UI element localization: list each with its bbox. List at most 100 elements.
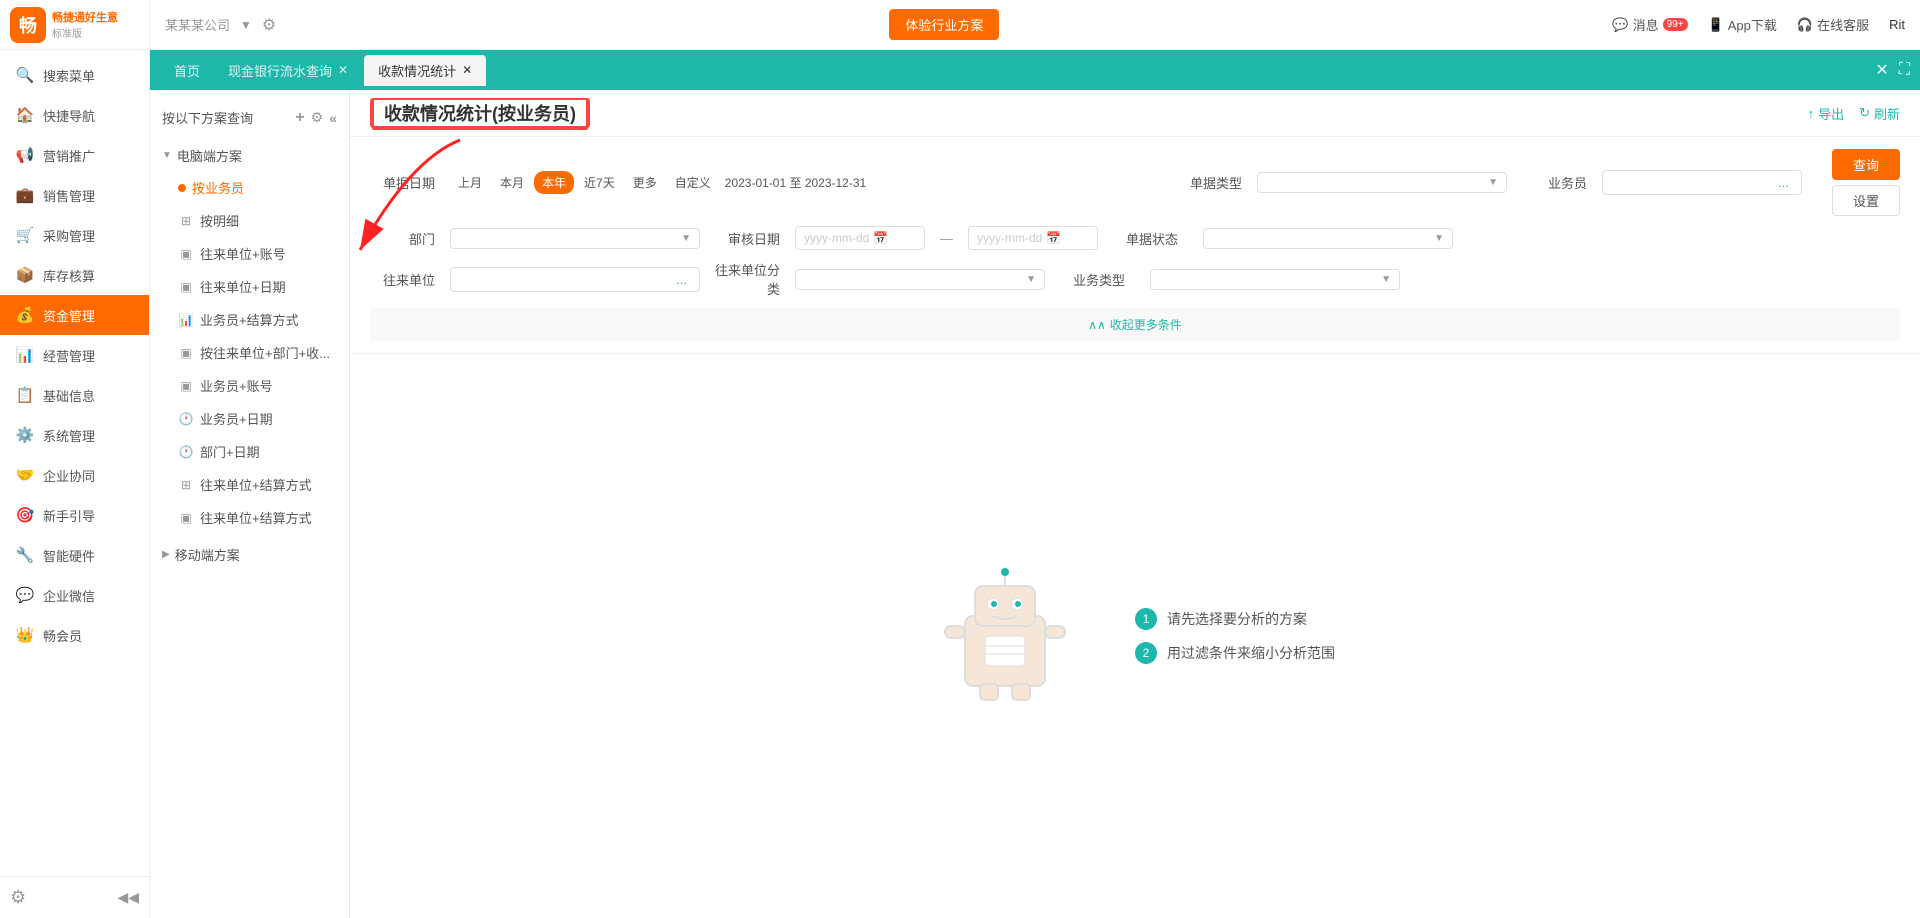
active-scheme-icon <box>178 184 192 192</box>
refresh-btn[interactable]: ↻ 刷新 <box>1859 104 1900 123</box>
topbar: 某某某公司 ▼ ⚙ 体验行业方案 💬 消息 99+ 📱 App下载 🎧 在线客服… <box>150 0 1920 50</box>
date-tab-more[interactable]: 更多 <box>625 171 665 194</box>
review-date-start[interactable]: yyyy-mm-dd 📅 <box>795 226 925 250</box>
detail-icon: ⊞ <box>178 213 194 229</box>
scheme-item-dept-date[interactable]: 🕐 部门+日期 <box>150 435 349 468</box>
sidebar-item-base-info[interactable]: 📋 基础信息 <box>0 375 149 415</box>
sidebar-item-inventory[interactable]: 📦 库存核算 <box>0 255 149 295</box>
online-service-label: 在线客服 <box>1817 15 1869 34</box>
message-area[interactable]: 💬 消息 99+ <box>1612 15 1687 34</box>
counterpart-cat-select[interactable]: ▼ <box>795 269 1045 290</box>
maximize-btn[interactable]: ⛶ <box>1899 61 1910 79</box>
trial-btn[interactable]: 体验行业方案 <box>889 9 999 40</box>
scheme-item-unit-settle1[interactable]: ⊞ 往来单位+结算方式 <box>150 468 349 501</box>
add-scheme-btn[interactable]: + <box>295 109 304 127</box>
review-date-end-value: yyyy-mm-dd <box>977 231 1042 245</box>
scheme-item-unit-account[interactable]: ▣ 往来单位+账号 <box>150 237 349 270</box>
desktop-section-title[interactable]: ▼ 电脑端方案 <box>150 140 349 171</box>
tab-bank-flow-label: 现金银行流水查询 <box>228 61 332 80</box>
mobile-section-title[interactable]: ▶ 移动端方案 <box>150 539 349 570</box>
scheme-settings-icon[interactable]: ⚙ <box>311 109 324 126</box>
refresh-label: 刷新 <box>1874 104 1900 123</box>
logo-icon: 畅 <box>10 7 46 43</box>
scheme-item-label: 业务员+日期 <box>200 409 273 428</box>
close-all-tabs-btn[interactable]: ✕ <box>1875 60 1888 80</box>
scheme-item-salesperson-date[interactable]: 🕐 业务员+日期 <box>150 402 349 435</box>
unit-account-icon: ▣ <box>178 246 194 262</box>
app-download-area[interactable]: 📱 App下载 <box>1708 15 1777 34</box>
review-date-end[interactable]: yyyy-mm-dd 📅 <box>968 226 1098 250</box>
review-date-label: 审核日期 <box>715 229 780 248</box>
sidebar-item-finance[interactable]: 💰 资金管理 <box>0 295 149 335</box>
dept-label: 部门 <box>370 229 435 248</box>
date-tab-this-year[interactable]: 本年 <box>534 171 574 194</box>
date-tab-prev-month[interactable]: 上月 <box>450 171 490 194</box>
sidebar-item-member[interactable]: 👑 畅会员 <box>0 615 149 655</box>
sidebar-settings-icon[interactable]: ⚙ <box>10 887 26 908</box>
scheme-item-salesperson-account[interactable]: ▣ 业务员+账号 <box>150 369 349 402</box>
dept-select[interactable]: ▼ <box>450 228 700 249</box>
calendar-end-icon[interactable]: 📅 <box>1046 231 1061 245</box>
sidebar-item-wechat[interactable]: 💬 企业微信 <box>0 575 149 615</box>
desktop-section-arrow: ▼ <box>162 150 172 161</box>
sidebar-item-enterprise[interactable]: 🤝 企业协同 <box>0 455 149 495</box>
sidebar-item-quick-nav[interactable]: 🏠 快捷导航 <box>0 95 149 135</box>
scheme-item-unit-dept-collect[interactable]: ▣ 按往来单位+部门+收... <box>150 336 349 369</box>
scheme-item-unit-settle2[interactable]: ▣ 往来单位+结算方式 <box>150 501 349 534</box>
logo-tag: 标准版 <box>52 25 118 40</box>
step-1-text: 请先选择要分析的方案 <box>1167 609 1307 629</box>
tab-collection-stats-close[interactable]: ✕ <box>462 63 472 77</box>
collapse-panel-icon[interactable]: « <box>329 110 337 126</box>
refresh-icon: ↻ <box>1859 105 1870 121</box>
date-tab-custom[interactable]: 自定义 <box>667 171 719 194</box>
doc-type-select[interactable]: ▼ <box>1257 172 1507 193</box>
doc-status-select[interactable]: ▼ <box>1203 228 1453 249</box>
sidebar-item-purchase[interactable]: 🛒 采购管理 <box>0 215 149 255</box>
scheme-item-by-detail[interactable]: ⊞ 按明细 <box>150 204 349 237</box>
tabbar: 首页 现金银行流水查询 ✕ 收款情况统计 ✕ ✕ ⛶ <box>150 50 1920 90</box>
scheme-item-salesperson-settle[interactable]: 📊 业务员+结算方式 <box>150 303 349 336</box>
scheme-item-label: 按明细 <box>200 211 239 230</box>
empty-illustration <box>935 566 1075 706</box>
salesperson-more-btn[interactable]: ... <box>1778 175 1789 190</box>
scheme-item-by-salesperson[interactable]: 按业务员 <box>150 171 349 204</box>
date-tab-last-7-days[interactable]: 近7天 <box>576 171 623 194</box>
sidebar-item-operations[interactable]: 📊 经营管理 <box>0 335 149 375</box>
sidebar-item-marketing[interactable]: 📢 营销推广 <box>0 135 149 175</box>
sidebar-item-sales[interactable]: 💼 销售管理 <box>0 175 149 215</box>
collapse-bar[interactable]: ∧∧ 收起更多条件 <box>370 308 1900 341</box>
online-service-area[interactable]: 🎧 在线客服 <box>1797 15 1869 34</box>
tab-collection-stats[interactable]: 收款情况统计 ✕ <box>364 55 486 86</box>
biz-type-select[interactable]: ▼ <box>1150 269 1400 290</box>
sidebar-item-newbie[interactable]: 🎯 新手引导 <box>0 495 149 535</box>
calendar-start-icon[interactable]: 📅 <box>873 231 888 245</box>
topbar-settings-icon[interactable]: ⚙ <box>262 15 276 35</box>
logo-area: 畅 畅捷通好生意 标准版 <box>0 0 149 50</box>
sidebar-item-system[interactable]: ⚙️ 系统管理 <box>0 415 149 455</box>
counterpart-cat-label: 往来单位分类 <box>715 260 780 298</box>
home-tab-label: 首页 <box>174 64 200 79</box>
scheme-item-unit-date[interactable]: ▣ 往来单位+日期 <box>150 270 349 303</box>
user-area[interactable]: Rit <box>1889 17 1905 32</box>
sidebar-item-search[interactable]: 🔍 搜索菜单 <box>0 55 149 95</box>
tab-bank-flow-close[interactable]: ✕ <box>338 63 348 77</box>
date-label: 单据日期 <box>370 173 435 192</box>
sidebar-item-smart-hw[interactable]: 🔧 智能硬件 <box>0 535 149 575</box>
doc-status-chevron: ▼ <box>1434 233 1444 244</box>
tab-bank-flow[interactable]: 现金银行流水查询 ✕ <box>214 55 362 86</box>
filter-settings-btn[interactable]: 设置 <box>1832 185 1900 216</box>
query-btn[interactable]: 查询 <box>1832 149 1900 180</box>
date-content: 上月 本月 本年 近7天 更多 自定义 2023-01-01 至 2023-12… <box>450 171 1162 194</box>
date-tab-this-month[interactable]: 本月 <box>492 171 532 194</box>
breadcrumb-dropdown-icon[interactable]: ▼ <box>240 18 252 32</box>
export-btn[interactable]: ↑ 导出 <box>1808 104 1845 123</box>
salesperson-select[interactable]: ... <box>1602 170 1802 195</box>
desktop-section-label: 电脑端方案 <box>177 146 242 165</box>
page-title-box: 收款情况统计(按业务员) <box>370 98 590 128</box>
counterpart-select[interactable]: ... <box>450 267 700 292</box>
tab-home[interactable]: 首页 <box>160 55 214 86</box>
date-tabs: 上月 本月 本年 近7天 更多 自定义 <box>450 171 719 194</box>
dept-date-icon: 🕐 <box>178 444 194 460</box>
sidebar-collapse-icon[interactable]: ◀◀ <box>117 889 139 906</box>
counterpart-more-btn[interactable]: ... <box>676 272 687 287</box>
